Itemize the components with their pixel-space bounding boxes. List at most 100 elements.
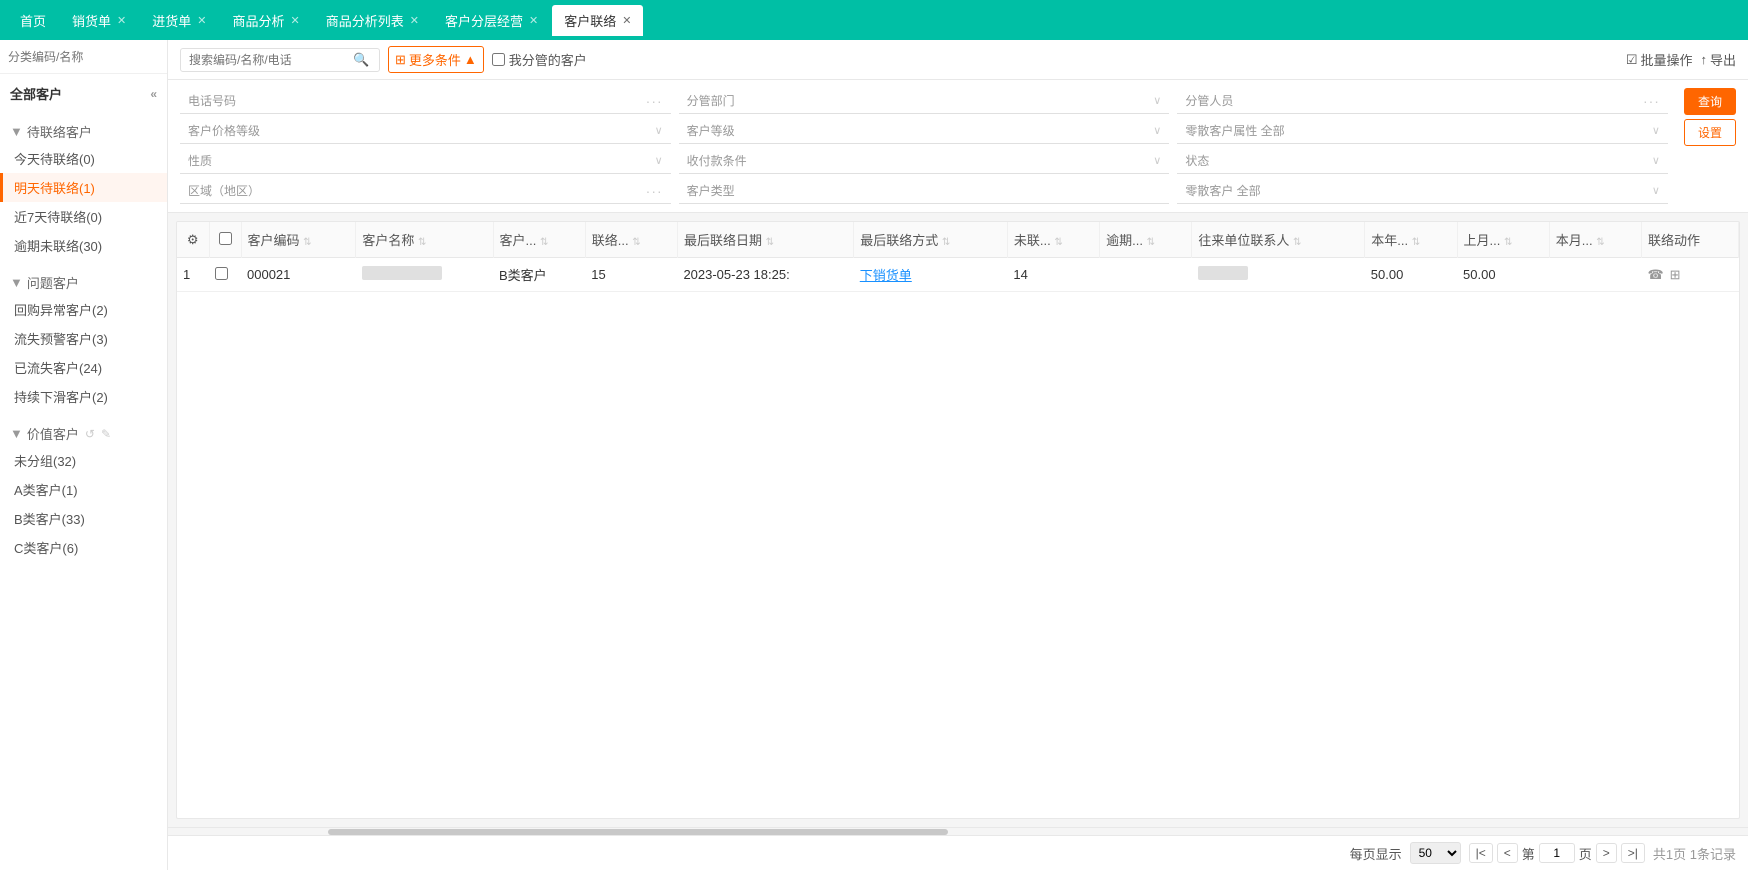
select-all-checkbox[interactable]: [219, 232, 232, 245]
col-code: 客户编码 ⇅: [241, 222, 356, 258]
close-product-analysis-list-icon[interactable]: ✕: [410, 14, 419, 27]
sidebar-item-class-c[interactable]: C类客户(6): [0, 533, 167, 562]
sidebar-item-ungrouped[interactable]: 未分组(32): [0, 446, 167, 475]
sidebar-item-today[interactable]: 今天待联络(0): [0, 144, 167, 173]
sidebar-item-abnormal[interactable]: 回购异常客户(2): [0, 295, 167, 324]
nav-purchase-order[interactable]: 进货单 ✕: [140, 5, 218, 36]
retail-attr-dropdown-icon[interactable]: ∨: [1652, 124, 1660, 137]
arrow-icon: ▼: [10, 124, 23, 139]
sidebar-item-class-a[interactable]: A类客户(1): [0, 475, 167, 504]
page-input[interactable]: [1539, 843, 1575, 863]
export-btn[interactable]: ↑ 导出: [1700, 50, 1736, 69]
close-product-analysis-icon[interactable]: ✕: [291, 14, 300, 27]
row-last-month: 50.00: [1457, 258, 1549, 292]
nav-product-analysis[interactable]: 商品分析 ✕: [220, 5, 311, 36]
name-placeholder: [362, 266, 442, 280]
filter-row-4: 区域（地区） ··· 客户类型 零散客户 全部 ∨: [180, 178, 1676, 204]
filter-icon: ⊞: [395, 52, 406, 68]
close-customer-contact-icon[interactable]: ✕: [622, 14, 631, 27]
close-customer-segmentation-icon[interactable]: ✕: [529, 14, 538, 27]
nav-product-analysis-list[interactable]: 商品分析列表 ✕: [314, 5, 431, 36]
top-nav: 首页 销货单 ✕ 进货单 ✕ 商品分析 ✕ 商品分析列表 ✕ 客户分层经营 ✕ …: [0, 0, 1748, 40]
nav-customer-contact[interactable]: 客户联络 ✕: [552, 5, 643, 36]
row-last-contact-method[interactable]: 下销货单: [854, 258, 1008, 292]
sort-contact-count-icon[interactable]: ⇅: [632, 237, 640, 248]
sort-type-icon[interactable]: ⇅: [540, 237, 548, 248]
row-overdue: [1100, 258, 1192, 292]
sidebar-all-section: 全部客户 «: [0, 74, 167, 113]
payment-dropdown-icon[interactable]: ∨: [1153, 154, 1161, 167]
scroll-thumb[interactable]: [328, 829, 948, 835]
filter-row-1: 电话号码 ··· 分管部门 ∨ 分管人员 ···: [180, 88, 1676, 114]
table-row: 1 000021 B类客户 15 2023-05-23 18:25: 下销货单: [177, 258, 1739, 292]
sidebar-item-7days[interactable]: 近7天待联络(0): [0, 202, 167, 231]
sort-overdue-icon[interactable]: ⇅: [1147, 237, 1155, 248]
sort-name-icon[interactable]: ⇅: [418, 237, 426, 248]
nav-sales-order[interactable]: 销货单 ✕: [60, 5, 138, 36]
sort-last-contact-method-icon[interactable]: ⇅: [942, 237, 950, 248]
next-page-btn[interactable]: >: [1596, 843, 1617, 863]
sort-partner-contact-icon[interactable]: ⇅: [1293, 237, 1301, 248]
sidebar-item-overdue-contact[interactable]: 逾期未联络(30): [0, 231, 167, 260]
region-dots: ···: [646, 183, 663, 199]
sort-this-month-icon[interactable]: ⇅: [1596, 237, 1604, 248]
horizontal-scrollbar[interactable]: [168, 827, 1748, 835]
sidebar-group-problem-title: ▼ 问题客户: [0, 268, 167, 295]
sort-last-month-icon[interactable]: ⇅: [1504, 237, 1512, 248]
filter-status: 状态 ∨: [1177, 148, 1668, 174]
refresh-icon[interactable]: ↺: [85, 427, 95, 441]
sidebar-item-churn-warning[interactable]: 流失预警客户(3): [0, 324, 167, 353]
content-area: 🔍 ⊞ 更多条件 ▲ 我分管的客户 ☑ 批量操作 ↑ 导出: [168, 40, 1748, 870]
collapse-icon: «: [150, 87, 157, 101]
advanced-filters: 电话号码 ··· 分管部门 ∨ 分管人员 ···: [168, 80, 1748, 213]
row-contact-count: 15: [585, 258, 677, 292]
sort-last-contact-date-icon[interactable]: ⇅: [766, 237, 774, 248]
retail-customer-dropdown-icon[interactable]: ∨: [1652, 184, 1660, 197]
prev-page-btn[interactable]: <: [1497, 843, 1518, 863]
query-button[interactable]: 查询: [1684, 88, 1736, 115]
col-last-contact-method: 最后联络方式 ⇅: [854, 222, 1008, 258]
close-purchase-order-icon[interactable]: ✕: [197, 14, 206, 27]
action-phone-icon[interactable]: ☎: [1647, 267, 1663, 283]
nature-dropdown-icon[interactable]: ∨: [655, 154, 663, 167]
filter-retail-attr: 零散客户属性 全部 ∨: [1177, 118, 1668, 144]
filter-row-3: 性质 ∨ 收付款条件 ∨ 状态 ∨: [180, 148, 1676, 174]
price-level-dropdown-icon[interactable]: ∨: [655, 124, 663, 137]
customer-level-dropdown-icon[interactable]: ∨: [1153, 124, 1161, 137]
arrow-icon3: ▼: [10, 426, 23, 441]
sort-code-icon[interactable]: ⇅: [303, 237, 311, 248]
sidebar-item-tomorrow[interactable]: 明天待联络(1): [0, 173, 167, 202]
edit-icon[interactable]: ✎: [101, 427, 111, 441]
dept-dropdown-icon[interactable]: ∨: [1153, 94, 1161, 107]
my-customers-checkbox[interactable]: 我分管的客户: [492, 50, 587, 69]
first-page-btn[interactable]: |<: [1469, 843, 1493, 863]
last-contact-method-link[interactable]: 下销货单: [860, 268, 912, 283]
row-checkbox[interactable]: [215, 267, 228, 280]
search-button-icon[interactable]: 🔍: [353, 52, 369, 68]
arrow-icon2: ▼: [10, 275, 23, 290]
sidebar-search-input[interactable]: [8, 50, 163, 64]
close-sales-order-icon[interactable]: ✕: [117, 14, 126, 27]
status-dropdown-icon[interactable]: ∨: [1652, 154, 1660, 167]
last-page-btn[interactable]: >|: [1621, 843, 1645, 863]
per-page-select[interactable]: 50 100 200: [1410, 842, 1461, 864]
sort-no-contact-icon[interactable]: ⇅: [1054, 237, 1062, 248]
sort-this-year-icon[interactable]: ⇅: [1412, 237, 1420, 248]
sidebar-item-declining[interactable]: 持续下滑客户(2): [0, 382, 167, 411]
batch-op-btn[interactable]: ☑ 批量操作: [1626, 50, 1693, 69]
col-contact-count: 联络... ⇅: [585, 222, 677, 258]
more-conditions-btn[interactable]: ⊞ 更多条件 ▲: [388, 46, 484, 73]
search-input[interactable]: [189, 53, 349, 67]
sidebar-group-problem: ▼ 问题客户 回购异常客户(2) 流失预警客户(3) 已流失客户(24) 持续下…: [0, 264, 167, 415]
col-settings[interactable]: ⚙: [177, 222, 209, 258]
sidebar-item-class-b[interactable]: B类客户(33): [0, 504, 167, 533]
settings-button[interactable]: 设置: [1684, 119, 1736, 146]
sidebar-all-customers[interactable]: 全部客户 «: [0, 78, 167, 109]
filter-right-actions: ☑ 批量操作 ↑ 导出: [1626, 50, 1736, 69]
row-this-month: [1549, 258, 1641, 292]
sidebar-item-churned[interactable]: 已流失客户(24): [0, 353, 167, 382]
action-grid-icon[interactable]: ⊞: [1670, 267, 1681, 283]
nav-customer-segmentation[interactable]: 客户分层经营 ✕: [433, 5, 550, 36]
nav-home[interactable]: 首页: [8, 5, 58, 36]
my-customers-check[interactable]: [492, 53, 505, 66]
